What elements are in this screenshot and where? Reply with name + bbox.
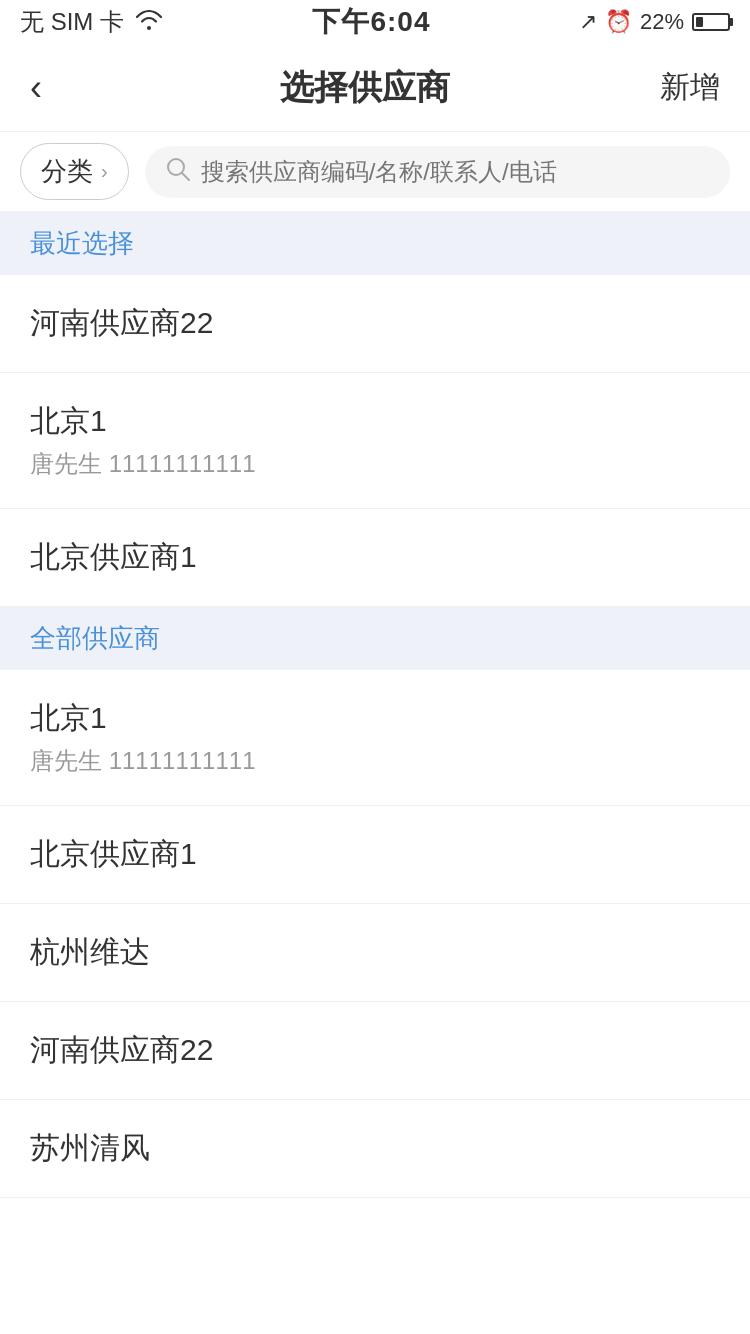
item-name: 北京供应商1 [30,834,720,875]
list-item[interactable]: 北京供应商1 [0,509,750,607]
status-right: ↗ ⏰ 22% [579,9,730,35]
list-item[interactable]: 河南供应商22 [0,275,750,373]
list-item[interactable]: 杭州维达 [0,904,750,1002]
category-label: 分类 [41,154,93,189]
nav-bar: ‹ 选择供应商 新增 [0,44,750,132]
item-name: 北京1 [30,698,720,739]
all-section-label: 全部供应商 [30,623,160,653]
filter-bar: 分类 › [0,132,750,212]
list-item[interactable]: 北京1 唐先生 11111111111 [0,670,750,806]
no-sim-text: 无 SIM 卡 [20,6,124,38]
item-name: 北京供应商1 [30,537,720,578]
search-icon [165,156,191,188]
status-left: 无 SIM 卡 [20,6,164,38]
back-button[interactable]: ‹ [30,67,90,109]
list-item[interactable]: 北京1 唐先生 11111111111 [0,373,750,509]
list-item[interactable]: 苏州清风 [0,1100,750,1198]
battery-percent: 22% [640,9,684,35]
wifi-icon [134,8,164,36]
item-name: 河南供应商22 [30,303,720,344]
item-sub: 唐先生 11111111111 [30,745,720,777]
item-name: 杭州维达 [30,932,720,973]
all-items-list: 北京1 唐先生 11111111111 北京供应商1 杭州维达河南供应商22 苏州清风 [0,670,750,1198]
recent-items-list: 河南供应商22 北京1 唐先生 11111111111 北京供应商1 [0,275,750,607]
item-name: 北京1 [30,401,720,442]
status-time: 下午6:04 [312,3,430,41]
battery-icon [692,13,730,31]
add-button[interactable]: 新增 [640,67,720,108]
chevron-right-icon: › [101,160,108,183]
list-item[interactable]: 北京供应商1 [0,806,750,904]
alarm-icon: ⏰ [605,9,632,35]
location-icon: ↗ [579,9,597,35]
svg-line-1 [182,173,189,180]
page-title: 选择供应商 [280,65,450,111]
all-section-header: 全部供应商 [0,607,750,670]
list-item[interactable]: 河南供应商22 [0,1002,750,1100]
status-bar: 无 SIM 卡 下午6:04 ↗ ⏰ 22% [0,0,750,44]
recent-section-label: 最近选择 [30,228,134,258]
search-box [145,146,730,198]
item-sub: 唐先生 11111111111 [30,448,720,480]
item-name: 苏州清风 [30,1128,720,1169]
search-input[interactable] [201,158,710,186]
recent-section-header: 最近选择 [0,212,750,275]
category-button[interactable]: 分类 › [20,143,129,200]
item-name: 河南供应商22 [30,1030,720,1071]
